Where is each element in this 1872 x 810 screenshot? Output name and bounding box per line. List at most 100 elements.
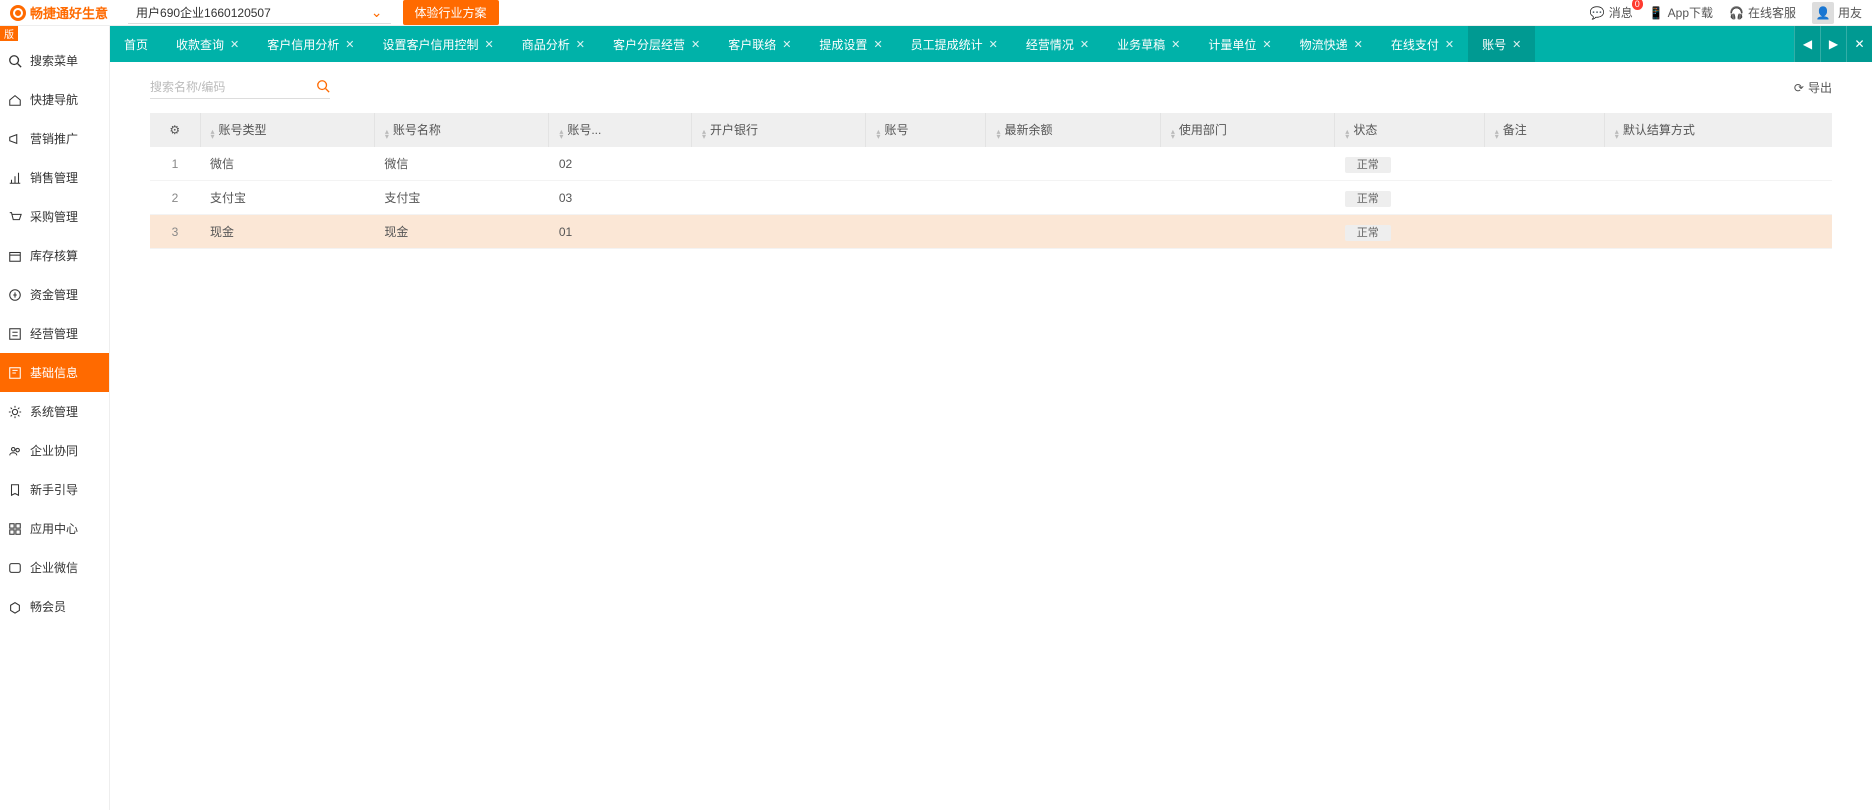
sort-icon[interactable]: ▴▾: [1171, 129, 1175, 139]
tab-2[interactable]: 客户信用分析✕: [253, 26, 368, 62]
tab-label: 计量单位: [1208, 36, 1256, 53]
tab-7[interactable]: 提成设置✕: [805, 26, 896, 62]
sidebar-item-label: 快捷导航: [30, 91, 78, 108]
phone-icon: 📱: [1649, 6, 1664, 20]
tab-3[interactable]: 设置客户信用控制✕: [368, 26, 507, 62]
export-button[interactable]: ⟳ 导出: [1794, 79, 1832, 96]
sort-icon[interactable]: ▴▾: [996, 129, 1000, 139]
experience-button[interactable]: 体验行业方案: [403, 0, 499, 25]
cell-status: 正常: [1335, 147, 1484, 181]
online-service-link[interactable]: 🎧 在线客服: [1729, 4, 1796, 21]
messages-link[interactable]: 💬 消息 0: [1590, 4, 1633, 21]
cell-name: 微信: [374, 147, 548, 181]
table-header-8[interactable]: ▴▾ 状态: [1335, 113, 1484, 147]
sidebar-item-label: 经营管理: [30, 325, 78, 342]
app-download-link[interactable]: 📱 App下载: [1649, 4, 1713, 21]
sidebar-item-3[interactable]: 销售管理: [0, 158, 109, 197]
sidebar-item-0[interactable]: 搜索菜单: [0, 41, 109, 80]
table-header-9[interactable]: ▴▾备注: [1484, 113, 1604, 147]
sidebar-item-6[interactable]: 资金管理: [0, 275, 109, 314]
sidebar-item-10[interactable]: 企业协同: [0, 431, 109, 470]
tabs-scroll-right[interactable]: ▶: [1820, 26, 1846, 62]
sidebar-item-4[interactable]: 采购管理: [0, 197, 109, 236]
gear-icon[interactable]: ⚙: [169, 123, 180, 137]
table-header-3[interactable]: ▴▾账号...: [549, 113, 692, 147]
close-icon[interactable]: ✕: [1262, 38, 1271, 51]
table-header-label: 账号: [884, 123, 908, 137]
sidebar-item-9[interactable]: 系统管理: [0, 392, 109, 431]
close-icon[interactable]: ✕: [1512, 38, 1521, 51]
sidebar-item-14[interactable]: 畅会员: [0, 587, 109, 626]
table-header-10[interactable]: ▴▾默认结算方式: [1604, 113, 1832, 147]
sidebar-item-12[interactable]: 应用中心: [0, 509, 109, 548]
table-row[interactable]: 1微信微信02正常: [150, 147, 1832, 181]
table-header-label: 状态: [1353, 123, 1377, 137]
tab-14[interactable]: 账号✕: [1468, 26, 1535, 62]
tab-12[interactable]: 物流快递✕: [1286, 26, 1377, 62]
sort-icon[interactable]: ▴▾: [385, 129, 389, 139]
close-icon[interactable]: ✕: [782, 38, 791, 51]
search-input[interactable]: [150, 76, 316, 98]
tab-10[interactable]: 业务草稿✕: [1103, 26, 1194, 62]
user-menu[interactable]: 👤 用友: [1812, 2, 1862, 24]
tabs-close-all[interactable]: ✕: [1846, 26, 1872, 62]
table-row[interactable]: 3现金现金01正常: [150, 215, 1832, 249]
close-icon[interactable]: ✕: [691, 38, 700, 51]
cart-icon: [8, 210, 22, 224]
tab-8[interactable]: 员工提成统计✕: [897, 26, 1012, 62]
sidebar-item-1[interactable]: 快捷导航: [0, 80, 109, 119]
tab-11[interactable]: 计量单位 ✕: [1194, 26, 1285, 62]
sort-icon[interactable]: ▴▾: [1615, 129, 1619, 139]
table-header-0[interactable]: ⚙: [150, 113, 200, 147]
search-icon[interactable]: [316, 79, 330, 96]
sidebar-item-5[interactable]: 库存核算: [0, 236, 109, 275]
close-icon[interactable]: ✕: [576, 38, 585, 51]
cell-remark: [1484, 147, 1604, 181]
tabs-scroll-left[interactable]: ◀: [1794, 26, 1820, 62]
company-selector[interactable]: 用户690企业1660120507 ⌄: [128, 2, 391, 24]
table-header-1[interactable]: ▴▾账号类型: [200, 113, 374, 147]
tab-6[interactable]: 客户联络✕: [714, 26, 805, 62]
sidebar-item-2[interactable]: 营销推广: [0, 119, 109, 158]
tab-1[interactable]: 收款查询✕: [162, 26, 253, 62]
sort-icon[interactable]: ▴▾: [876, 129, 880, 139]
logo-text: 畅捷通好生意: [30, 3, 108, 22]
close-icon[interactable]: ✕: [345, 38, 354, 51]
close-icon[interactable]: ✕: [485, 38, 494, 51]
sort-icon[interactable]: ▴▾: [1345, 129, 1349, 139]
table-header-5[interactable]: ▴▾ 账号: [866, 113, 986, 147]
team-icon: [8, 444, 22, 458]
close-icon[interactable]: ✕: [230, 38, 239, 51]
tab-0[interactable]: 首页: [110, 26, 162, 62]
table-header-7[interactable]: ▴▾使用部门: [1160, 113, 1334, 147]
close-icon[interactable]: ✕: [1354, 38, 1363, 51]
cell-dept: [1160, 215, 1334, 249]
close-icon[interactable]: ✕: [989, 38, 998, 51]
tab-label: 经营情况: [1026, 36, 1074, 53]
close-icon[interactable]: ✕: [1445, 38, 1454, 51]
tab-4[interactable]: 商品分析✕: [508, 26, 599, 62]
tab-9[interactable]: 经营情况 ✕: [1012, 26, 1103, 62]
sort-icon[interactable]: ▴▾: [1495, 129, 1499, 139]
table-row[interactable]: 2支付宝支付宝03正常: [150, 181, 1832, 215]
close-icon[interactable]: ✕: [873, 38, 882, 51]
member-icon: [8, 600, 22, 614]
info-icon: [8, 366, 22, 380]
sort-icon[interactable]: ▴▾: [702, 129, 706, 139]
sort-icon[interactable]: ▴▾: [559, 129, 563, 139]
table-header-4[interactable]: ▴▾开户银行: [692, 113, 866, 147]
sidebar-item-8[interactable]: 基础信息: [0, 353, 109, 392]
sidebar-item-11[interactable]: 新手引导: [0, 470, 109, 509]
sidebar-item-13[interactable]: 企业微信: [0, 548, 109, 587]
sort-icon[interactable]: ▴▾: [211, 129, 215, 139]
table-header-6[interactable]: ▴▾最新余额: [986, 113, 1160, 147]
close-icon[interactable]: ✕: [1171, 38, 1180, 51]
tab-label: 客户分层经营: [613, 36, 685, 53]
close-icon[interactable]: ✕: [1080, 38, 1089, 51]
tab-5[interactable]: 客户分层经营 ✕: [599, 26, 714, 62]
sidebar-item-7[interactable]: 经营管理: [0, 314, 109, 353]
app-download-label: App下载: [1668, 4, 1713, 21]
table-header-2[interactable]: ▴▾账号名称: [374, 113, 548, 147]
tab-13[interactable]: 在线支付✕: [1377, 26, 1468, 62]
sidebar-item-label: 营销推广: [30, 130, 78, 147]
